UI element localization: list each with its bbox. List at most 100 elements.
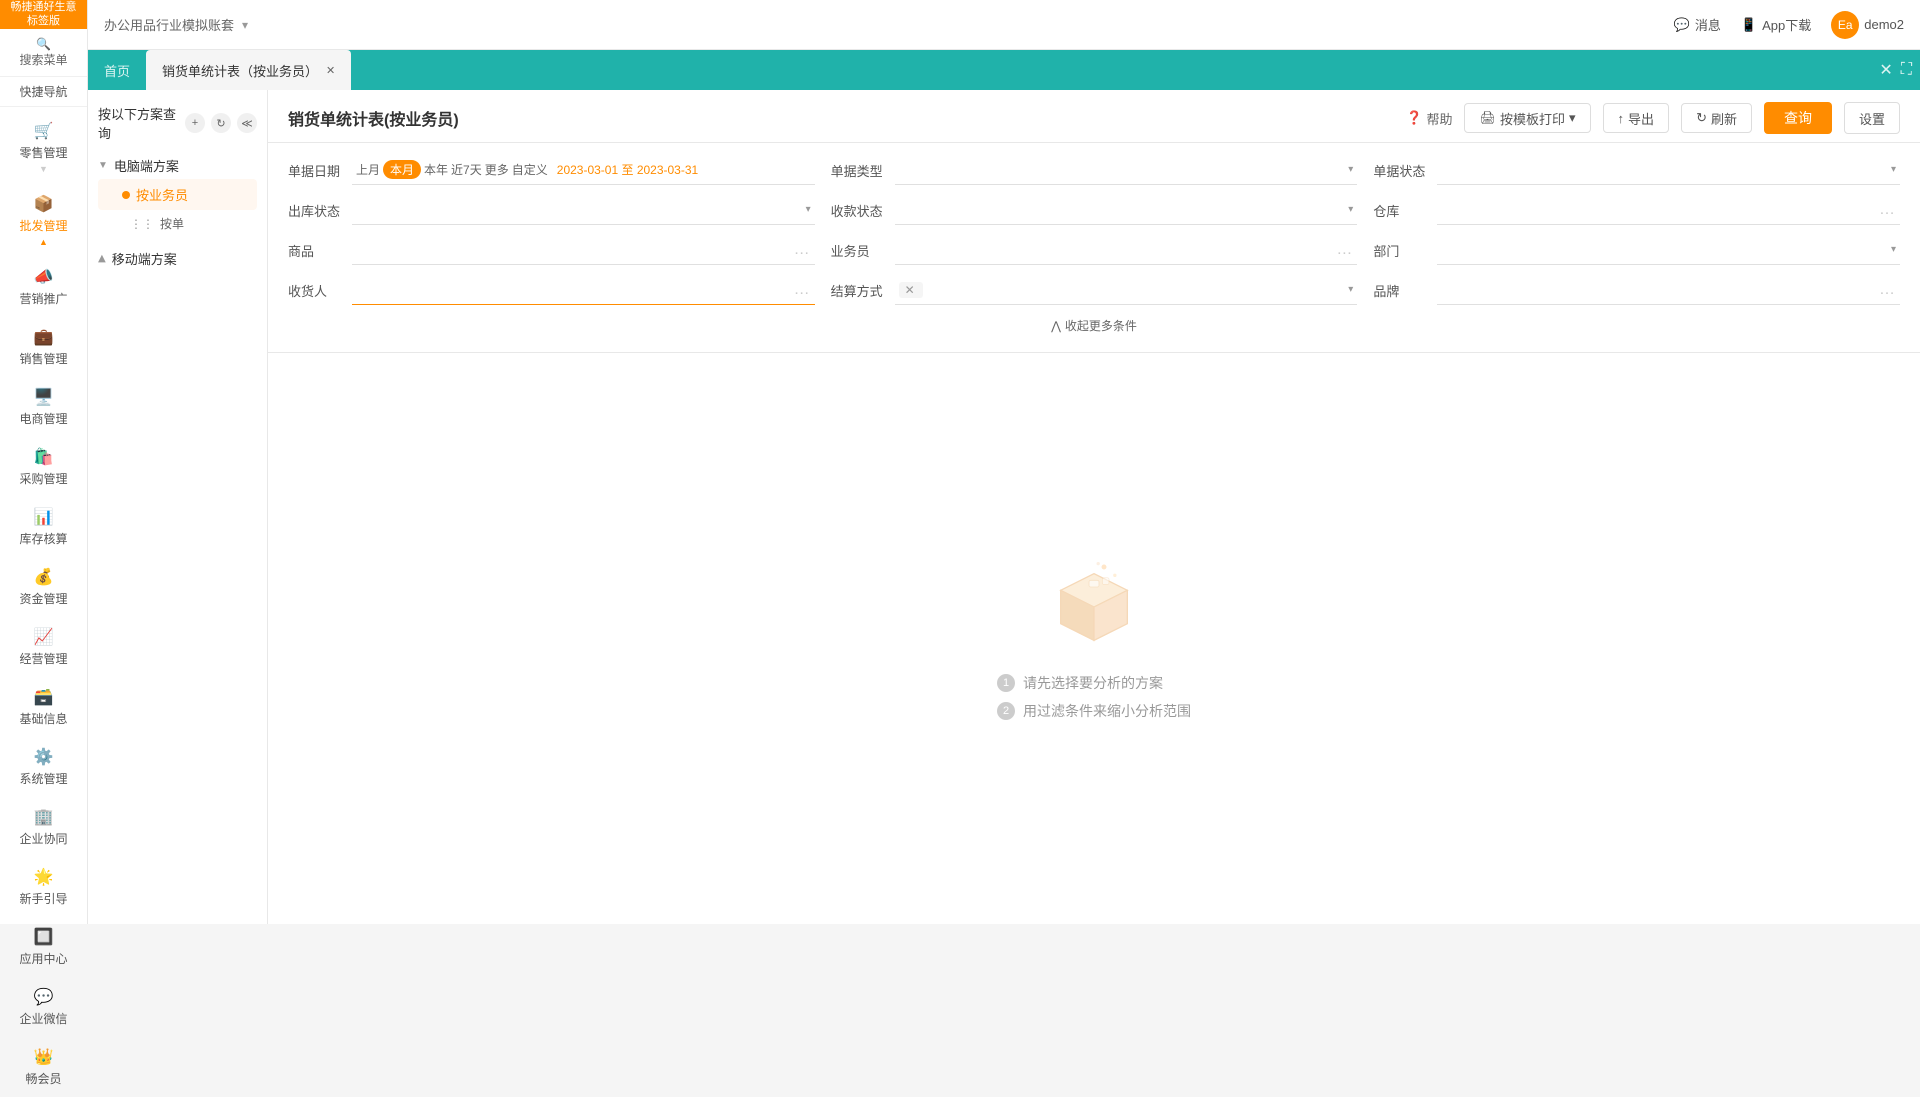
out-status-select[interactable]: ▾ [352, 195, 815, 225]
collapse-conditions-btn[interactable]: ⋀ 收起更多条件 [1051, 311, 1137, 340]
doc-status-select[interactable]: ▾ [1437, 155, 1900, 185]
sidebar-item-label-newbie: 新手引导 [19, 890, 67, 907]
app-download-btn[interactable]: 📱 App下载 [1741, 15, 1811, 34]
warehouse-select[interactable]: … [1437, 195, 1900, 225]
sidebar-item-marketing[interactable]: 📣 营销推广 [0, 257, 87, 317]
collect-status-select[interactable]: ▾ [895, 195, 1358, 225]
message-label: 消息 [1695, 15, 1721, 34]
brand-select[interactable]: … [1437, 275, 1900, 305]
sidebar-quick-nav[interactable]: 快捷导航 [0, 77, 87, 107]
mobile-section-arrow: ▶ [96, 255, 107, 263]
date-label: 单据日期 [288, 161, 344, 180]
member-icon: 👑 [34, 1047, 54, 1067]
wechat-icon: 💬 [34, 987, 54, 1007]
sidebar-item-sales[interactable]: 💼 销售管理 [0, 317, 87, 377]
sidebar-search[interactable]: 🔍 搜索菜单 [0, 29, 87, 77]
goods-select[interactable]: … [352, 235, 815, 265]
date-btn-7days[interactable]: 近7天 [451, 161, 482, 178]
desktop-section-label: 电脑端方案 [114, 156, 179, 175]
hint-num-1: 1 [997, 674, 1015, 692]
help-action[interactable]: ❓ 帮助 [1406, 109, 1452, 128]
receiver-filter-cell: 收货人 … [288, 275, 815, 305]
doc-type-select[interactable]: ▾ [895, 155, 1358, 185]
empty-box-illustration [1044, 557, 1144, 657]
topbar-arrow-icon: ▾ [242, 18, 248, 32]
print-arrow-icon: ▾ [1569, 110, 1576, 126]
left-panel-item-order[interactable]: ⋮⋮ 按单 [98, 210, 257, 237]
export-btn[interactable]: ↑ 导出 [1603, 103, 1670, 133]
salesperson-label: 业务员 [831, 241, 887, 260]
sidebar-item-ecommerce[interactable]: 🖥️ 电商管理 [0, 377, 87, 437]
date-btn-custom[interactable]: 自定义 [512, 161, 548, 178]
goods-dots: … [794, 241, 811, 259]
brand-label: 品牌 [1373, 281, 1429, 300]
sales-stat-tab-label: 销货单统计表（按业务员） [162, 61, 318, 80]
sidebar-item-inventory[interactable]: 📊 库存核算 [0, 497, 87, 557]
left-panel-item-salesperson[interactable]: 按业务员 [98, 179, 257, 210]
settle-select[interactable]: ✕ ▾ [895, 275, 1358, 305]
tab-home[interactable]: 首页 [88, 50, 146, 90]
date-btn-more[interactable]: 更多 [485, 161, 509, 178]
chevron-up-icon: ▲ [39, 237, 48, 247]
sidebar-item-finance[interactable]: 💰 资金管理 [0, 557, 87, 617]
collect-status-arrow: ▾ [1348, 204, 1353, 215]
sidebar-item-label-wechat: 企业微信 [19, 1010, 67, 1027]
settle-tag-close[interactable]: ✕ [905, 283, 915, 297]
sidebar-item-retail[interactable]: 🛒 零售管理 ▼ [0, 111, 87, 184]
hint-text-1: 请先选择要分析的方案 [1023, 673, 1163, 693]
salesperson-select[interactable]: … [895, 235, 1358, 265]
left-panel-collapse-btn[interactable]: ≪ [237, 113, 257, 133]
sidebar-item-system[interactable]: ⚙️ 系统管理 [0, 737, 87, 797]
export-icon: ↑ [1618, 111, 1625, 126]
sidebar-item-label-ecommerce: 电商管理 [19, 410, 67, 427]
left-panel-add-btn[interactable]: + [185, 113, 205, 133]
sidebar-item-newbie[interactable]: 🌟 新手引导 [0, 857, 87, 917]
sidebar-item-wholesale[interactable]: 📦 批发管理 ▲ [0, 184, 87, 257]
tab-close-icon[interactable]: ✕ [326, 64, 335, 77]
brand-filter-cell: 品牌 … [1373, 275, 1900, 305]
page-title: 销货单统计表(按业务员) [288, 106, 459, 130]
sidebar-item-operations[interactable]: 📈 经营管理 [0, 617, 87, 677]
refresh-label: 刷新 [1711, 109, 1737, 128]
user-avatar-btn[interactable]: Ea demo2 [1831, 11, 1904, 39]
tab-maximize-icon[interactable]: ⛶ [1901, 61, 1912, 79]
sidebar-logo[interactable]: 畅捷通好生意 标签版 [0, 0, 87, 29]
message-btn[interactable]: 💬 消息 [1674, 15, 1721, 34]
sidebar-item-enterprise[interactable]: 🏢 企业协同 [0, 797, 87, 857]
warehouse-filter-cell: 仓库 … [1373, 195, 1900, 225]
help-icon: ❓ [1406, 110, 1422, 126]
doc-type-label: 单据类型 [831, 161, 887, 180]
query-button[interactable]: 查询 [1764, 102, 1832, 134]
empty-hint-2: 2 用过滤条件来缩小分析范围 [997, 701, 1191, 721]
sidebar-item-basic[interactable]: 🗃️ 基础信息 [0, 677, 87, 737]
sidebar-item-purchase[interactable]: 🛍️ 采购管理 [0, 437, 87, 497]
purchase-icon: 🛍️ [34, 447, 54, 467]
tab-sales-stat[interactable]: 销货单统计表（按业务员） ✕ [146, 50, 351, 90]
tabbar-right: ✕ ⛶ [1871, 60, 1920, 80]
template-print-btn[interactable]: 🖨 按模板打印 ▾ [1464, 103, 1590, 133]
sidebar-item-apps[interactable]: 🔲 应用中心 [0, 917, 87, 977]
date-btn-this-month[interactable]: 本月 [383, 160, 421, 179]
inventory-icon: 📊 [34, 507, 54, 527]
filter-row-3: 商品 … 业务员 … 部门 [288, 235, 1900, 265]
refresh-btn[interactable]: ↻ 刷新 [1681, 103, 1752, 133]
receiver-input[interactable]: … [352, 275, 815, 305]
collapse-up-icon: ⋀ [1051, 319, 1061, 333]
settings-button[interactable]: 设置 [1844, 102, 1900, 134]
sidebar-item-wechat[interactable]: 💬 企业微信 [0, 977, 87, 1037]
message-icon: 💬 [1674, 17, 1690, 33]
sidebar-item-label-basic: 基础信息 [19, 710, 67, 727]
date-btn-this-year[interactable]: 本年 [424, 161, 448, 178]
collapse-row: ⋀ 收起更多条件 [288, 311, 1900, 340]
active-dot [122, 191, 130, 199]
order-item-label: 按单 [160, 215, 184, 232]
help-label: 帮助 [1426, 109, 1452, 128]
dept-select[interactable]: ▾ [1437, 235, 1900, 265]
left-panel-refresh-btn[interactable]: ↻ [211, 113, 231, 133]
left-panel-section-desktop-title[interactable]: ▼ 电脑端方案 [98, 152, 257, 179]
sidebar-item-member[interactable]: 👑 畅会员 [0, 1037, 87, 1097]
left-panel-section-mobile-title[interactable]: ▶ 移动端方案 [98, 245, 257, 272]
tab-window-close-icon[interactable]: ✕ [1879, 60, 1892, 80]
sidebar-logo-subtext: 标签版 [27, 14, 60, 28]
date-btn-last-month[interactable]: 上月 [356, 161, 380, 178]
